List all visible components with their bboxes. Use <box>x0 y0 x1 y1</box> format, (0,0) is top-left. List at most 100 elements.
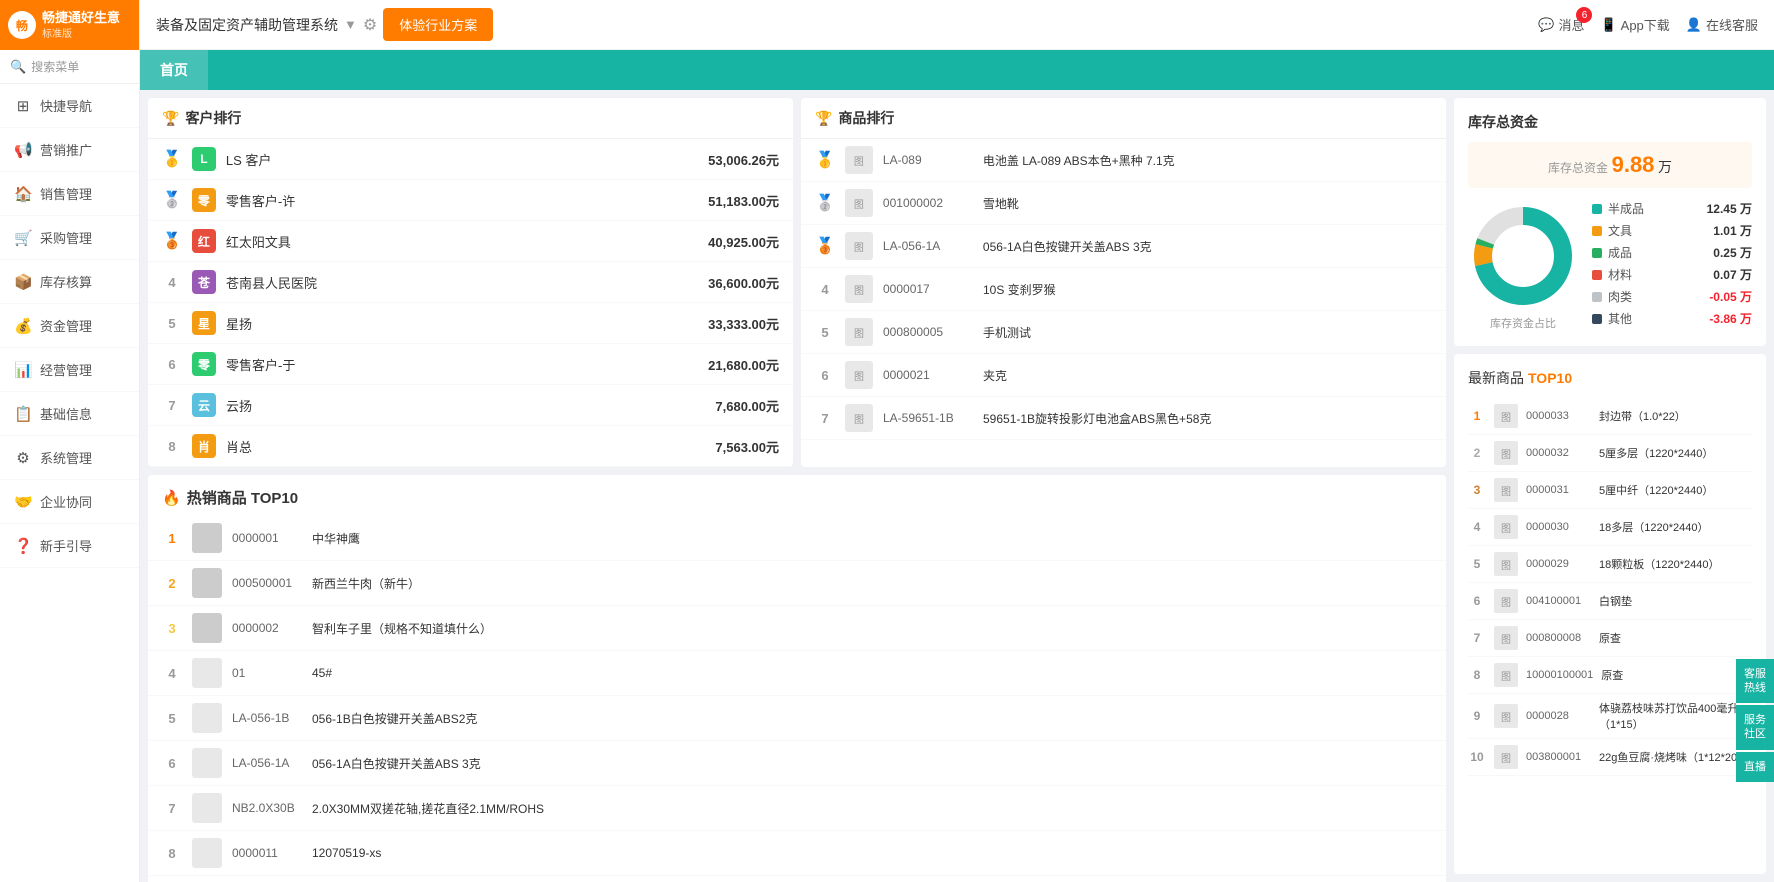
dropdown-icon[interactable]: ▼ <box>344 17 357 32</box>
trophy-icon: 🏆 <box>162 110 179 127</box>
hot-product-code: LA-056-1B <box>232 711 302 725</box>
sidebar-label-operations: 经营管理 <box>40 360 92 379</box>
sidebar-label-cooperation: 企业协同 <box>40 492 92 511</box>
new-product-code: 0000031 <box>1526 484 1591 496</box>
new-product-code: 003800001 <box>1526 751 1591 763</box>
main-area: 装备及固定资产辅助管理系统 ▼ ⚙ 体验行业方案 💬 消息 6 📱 App下载 … <box>140 0 1774 882</box>
new-product-row: 7 图 000800008 原查 <box>1468 620 1752 657</box>
hot-product-code: 000500001 <box>232 576 302 590</box>
sidebar-item-quick-nav[interactable]: ⊞快捷导航 <box>0 84 139 128</box>
customer-name: 肖总 <box>226 437 705 456</box>
online-service-item[interactable]: 👤 在线客服 <box>1686 15 1758 34</box>
sidebar-item-finance[interactable]: 💰资金管理 <box>0 304 139 348</box>
donut-legend: 半成品 12.45 万 文具 1.01 万 成品 0.25 万 材料 0.07 … <box>1592 200 1752 332</box>
app-download-item[interactable]: 📱 App下载 <box>1600 15 1669 34</box>
sidebar-label-system: 系统管理 <box>40 448 92 467</box>
hot-product-name: 中华神鹰 <box>312 530 1432 547</box>
customer-avatar: 零 <box>192 188 216 212</box>
legend-row: 材料 0.07 万 <box>1592 266 1752 283</box>
customer-avatar: 云 <box>192 393 216 417</box>
sidebar-item-basic[interactable]: 📋基础信息 <box>0 392 139 436</box>
float-btn-service-community[interactable]: 服务 社区 <box>1736 705 1774 750</box>
trial-button[interactable]: 体验行业方案 <box>383 8 493 41</box>
hot-rank: 3 <box>162 621 182 636</box>
customer-rank-row: 🥇 L LS 客户 53,006.26元 <box>148 139 793 180</box>
product-rank-row: 🥈 图 001000002 雪地靴 <box>801 182 1446 225</box>
service-icon: 👤 <box>1686 17 1702 33</box>
product-rank-row: 4 图 0000017 10S 变刹罗猴 <box>801 268 1446 311</box>
product-name: 手机测试 <box>983 324 1432 341</box>
message-item[interactable]: 💬 消息 6 <box>1538 15 1584 34</box>
new-product-code: 0000030 <box>1526 521 1591 533</box>
float-customer-service: 客服 热线服务 社区直播 <box>1736 659 1774 782</box>
customer-value: 51,183.00元 <box>708 191 779 210</box>
new-products-top10: TOP10 <box>1528 370 1572 386</box>
medal-gold: 🥇 <box>815 150 835 170</box>
hot-product-code: NB2.0X30B <box>232 801 302 815</box>
customer-rank-row: 🥈 零 零售客户-许 51,183.00元 <box>148 180 793 221</box>
settings-icon[interactable]: ⚙ <box>363 15 377 35</box>
nav-tabs: 首页 <box>140 50 1774 90</box>
sidebar-item-operations[interactable]: 📊 经营管理 <box>0 348 139 392</box>
product-img: 图 <box>845 232 873 260</box>
sidebar-item-guide[interactable]: ❓新手引导 <box>0 524 139 568</box>
medal-silver: 🥈 <box>815 193 835 213</box>
header-right: 💬 消息 6 📱 App下载 👤 在线客服 <box>1538 15 1758 34</box>
sidebar-item-purchase[interactable]: 🛒采购管理 <box>0 216 139 260</box>
sidebar-label-guide: 新手引导 <box>40 536 92 555</box>
hot-product-code: LA-056-1A <box>232 756 302 770</box>
medal-silver: 🥈 <box>162 190 182 210</box>
customer-value: 33,333.00元 <box>708 314 779 333</box>
sidebar-label-sales: 销售管理 <box>40 184 92 203</box>
product-code: 0000017 <box>883 282 973 296</box>
new-product-code: 0000032 <box>1526 447 1591 459</box>
customer-rank-row: 4 苍 苍南县人民医院 36,600.00元 <box>148 262 793 303</box>
header-title: 装备及固定资产辅助管理系统 <box>156 15 338 35</box>
product-img: 图 <box>845 275 873 303</box>
new-product-row: 3 图 0000031 5厘中纤（1220*2440） <box>1468 472 1752 509</box>
hot-product-code: 01 <box>232 666 302 680</box>
new-rank: 8 <box>1468 668 1486 682</box>
hot-product-name: 056-1A白色按键开关盖ABS 3克 <box>312 755 1432 772</box>
donut-label: 库存资金占比 <box>1468 315 1578 331</box>
new-product-img: 图 <box>1494 478 1518 502</box>
product-img: 图 <box>845 146 873 174</box>
new-product-name: 22g鱼豆腐·烧烤味（1*12*20） <box>1599 749 1752 765</box>
hot-products-title: 🔥 热销商品 TOP10 <box>148 475 1446 516</box>
product-rank-row: 🥇 图 LA-089 电池盖 LA-089 ABS本色+黑种 7.1克 <box>801 139 1446 182</box>
legend-value: 1.01 万 <box>1713 222 1752 239</box>
new-rank: 1 <box>1468 409 1486 423</box>
sidebar-item-cooperation[interactable]: 🤝企业协同 <box>0 480 139 524</box>
product-rank-header: 🏆 商品排行 <box>801 98 1446 139</box>
new-product-img: 图 <box>1494 745 1518 769</box>
hot-product-img <box>192 613 222 643</box>
product-img: 图 <box>845 318 873 346</box>
product-code: LA-59651-1B <box>883 411 973 425</box>
sidebar-icon-operations: 📊 <box>14 361 32 379</box>
new-product-name: 18颗粒板（1220*2440） <box>1599 556 1752 572</box>
sidebar-item-marketing[interactable]: 📢营销推广 <box>0 128 139 172</box>
customer-avatar: 红 <box>192 229 216 253</box>
new-product-name: 体骁荔枝味苏打饮品400毫升（1*15） <box>1599 700 1752 732</box>
new-product-img: 图 <box>1494 589 1518 613</box>
new-product-code: 0000028 <box>1526 710 1591 722</box>
hot-products-list: 1 0000001 中华神鹰 2 000500001 新西兰牛肉（新牛） 3 0… <box>148 516 1446 882</box>
sidebar-item-sales[interactable]: 🏠销售管理 <box>0 172 139 216</box>
product-rank-table: 🥇 图 LA-089 电池盖 LA-089 ABS本色+黑种 7.1克 🥈 图 … <box>801 139 1446 440</box>
new-rank: 6 <box>1468 594 1486 608</box>
sidebar-item-system[interactable]: ⚙系统管理 <box>0 436 139 480</box>
new-rank: 2 <box>1468 446 1486 460</box>
hot-title-text: 热销商品 TOP10 <box>187 487 298 508</box>
sidebar-search[interactable]: 🔍 搜索菜单 <box>0 50 139 84</box>
logo-name: 畅捷通好生意 <box>42 10 120 26</box>
sidebar-item-inventory[interactable]: 📦库存核算 <box>0 260 139 304</box>
hot-product-row: 1 0000001 中华神鹰 <box>148 516 1446 561</box>
tab-home[interactable]: 首页 <box>140 50 208 90</box>
message-badge: 6 <box>1576 7 1592 23</box>
legend-name: 材料 <box>1608 266 1707 283</box>
customer-rank-row: 7 云 云扬 7,680.00元 <box>148 385 793 426</box>
float-btn-direct[interactable]: 直播 <box>1736 752 1774 782</box>
float-btn-customer-service[interactable]: 客服 热线 <box>1736 659 1774 704</box>
rank-num: 6 <box>162 357 182 372</box>
hot-product-name: 新西兰牛肉（新牛） <box>312 575 1432 592</box>
